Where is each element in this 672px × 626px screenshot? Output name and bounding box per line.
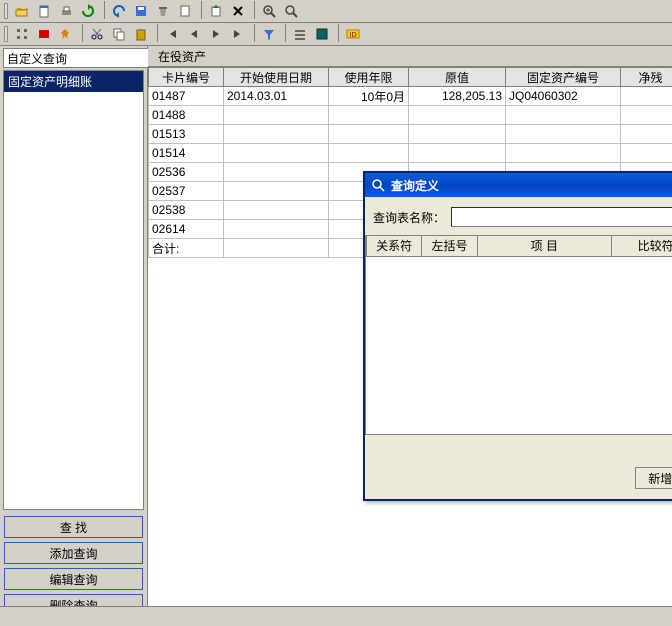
toolbar-row-1 xyxy=(0,0,672,23)
doc-icon xyxy=(37,4,51,18)
props-button[interactable] xyxy=(290,24,310,44)
main-panel: 在役资产 卡片编号开始使用日期使用年限原值固定资产编号净残 014872014.… xyxy=(148,46,672,626)
query-definition-dialog: 查询定义 查询表名称： 关系符左括号项 目比较符比较 新增行 删除行 xyxy=(363,171,672,501)
zoom-in-icon xyxy=(262,4,276,18)
cond-col-header[interactable]: 项 目 xyxy=(477,236,611,256)
query-type-input[interactable] xyxy=(3,48,166,68)
stamp-button[interactable] xyxy=(34,24,54,44)
workspace: 固定资产明细账 查 找 添加查询 编辑查询 删除查询 在役资产 卡片编号开始使用… xyxy=(0,46,672,626)
col-header[interactable]: 使用年限 xyxy=(329,68,409,87)
trash-icon xyxy=(156,4,170,18)
file-icon xyxy=(178,4,192,18)
find-button[interactable]: 查 找 xyxy=(4,516,143,538)
table-row[interactable]: 014872014.03.0110年0月128,205.13JQ04060302 xyxy=(149,87,672,106)
last-button[interactable] xyxy=(228,24,248,44)
next-icon xyxy=(209,27,223,41)
dialog-titlebar[interactable]: 查询定义 xyxy=(365,173,672,197)
config-button[interactable] xyxy=(312,24,332,44)
tab-active-assets[interactable]: 在役资产 xyxy=(148,46,216,67)
dialog-button-bar: 新增行 删除行 确 xyxy=(365,459,672,499)
toolbar-gripper xyxy=(4,3,8,19)
filter-icon xyxy=(262,27,276,41)
dialog-body: 查询表名称： 关系符左括号项 目比较符比较 新增行 删除行 确 xyxy=(365,197,672,499)
prev-button[interactable] xyxy=(184,24,204,44)
zoom-in-button[interactable] xyxy=(259,1,279,21)
sidebar: 固定资产明细账 查 找 添加查询 编辑查询 删除查询 xyxy=(0,46,148,626)
prev-icon xyxy=(187,27,201,41)
tools-icon xyxy=(15,27,29,41)
zoom-button[interactable] xyxy=(281,1,301,21)
idbtn-button[interactable]: ID xyxy=(343,24,363,44)
refresh-a-icon xyxy=(81,4,95,18)
cond-col-header[interactable]: 左括号 xyxy=(422,236,477,256)
col-header[interactable]: 卡片编号 xyxy=(149,68,224,87)
print-icon xyxy=(59,4,73,18)
tools-button[interactable] xyxy=(12,24,32,44)
zoom-icon xyxy=(284,4,298,18)
add-row-button[interactable]: 新增行 xyxy=(635,467,672,489)
edit-query-button[interactable]: 编辑查询 xyxy=(4,568,143,590)
idbtn-icon: ID xyxy=(346,27,360,41)
table-row[interactable]: 01514 xyxy=(149,144,672,163)
table-row[interactable]: 01488 xyxy=(149,106,672,125)
export-icon xyxy=(209,4,223,18)
query-name-label: 查询表名称： xyxy=(373,209,445,226)
filter-button[interactable] xyxy=(259,24,279,44)
trash-button[interactable] xyxy=(153,1,173,21)
toolbar-gripper xyxy=(4,26,8,42)
save-icon xyxy=(134,4,148,18)
open-icon xyxy=(15,4,29,18)
table-row[interactable]: 01513 xyxy=(149,125,672,144)
paste-button[interactable] xyxy=(131,24,151,44)
open-button[interactable] xyxy=(12,1,32,21)
cut-button[interactable] xyxy=(87,24,107,44)
query-type-selector xyxy=(3,48,144,68)
paste-icon xyxy=(134,27,148,41)
doc-button[interactable] xyxy=(34,1,54,21)
condition-grid[interactable]: 关系符左括号项 目比较符比较 xyxy=(365,235,672,435)
copy-button[interactable] xyxy=(109,24,129,44)
status-bar xyxy=(0,606,672,626)
pin-icon xyxy=(59,27,73,41)
next-button[interactable] xyxy=(206,24,226,44)
col-header[interactable]: 净残 xyxy=(621,68,672,87)
first-button[interactable] xyxy=(162,24,182,44)
refresh-b-icon xyxy=(112,4,126,18)
copy-icon xyxy=(112,27,126,41)
props-icon xyxy=(293,27,307,41)
col-header[interactable]: 原值 xyxy=(409,68,506,87)
add-query-button[interactable]: 添加查询 xyxy=(4,542,143,564)
query-name-input[interactable] xyxy=(451,207,672,227)
config-icon xyxy=(315,27,329,41)
col-header[interactable]: 固定资产编号 xyxy=(506,68,621,87)
dialog-title: 查询定义 xyxy=(391,177,439,194)
cross-button[interactable] xyxy=(228,1,248,21)
export-button[interactable] xyxy=(206,1,226,21)
first-icon xyxy=(165,27,179,41)
pin-button[interactable] xyxy=(56,24,76,44)
cond-col-header[interactable]: 关系符 xyxy=(367,236,422,256)
refresh-a-button[interactable] xyxy=(78,1,98,21)
cond-col-header[interactable]: 比较符 xyxy=(611,236,672,256)
toolbar-row-2: ID xyxy=(0,23,672,46)
refresh-b-button[interactable] xyxy=(109,1,129,21)
stamp-icon xyxy=(37,27,51,41)
query-list-item[interactable]: 固定资产明细账 xyxy=(4,71,143,92)
save-button[interactable] xyxy=(131,1,151,21)
query-list[interactable]: 固定资产明细账 xyxy=(3,70,144,510)
cut-icon xyxy=(90,27,104,41)
last-icon xyxy=(231,27,245,41)
file-button[interactable] xyxy=(175,1,195,21)
print-button[interactable] xyxy=(56,1,76,21)
svg-text:ID: ID xyxy=(350,32,357,39)
col-header[interactable]: 开始使用日期 xyxy=(224,68,329,87)
cross-icon xyxy=(231,4,245,18)
